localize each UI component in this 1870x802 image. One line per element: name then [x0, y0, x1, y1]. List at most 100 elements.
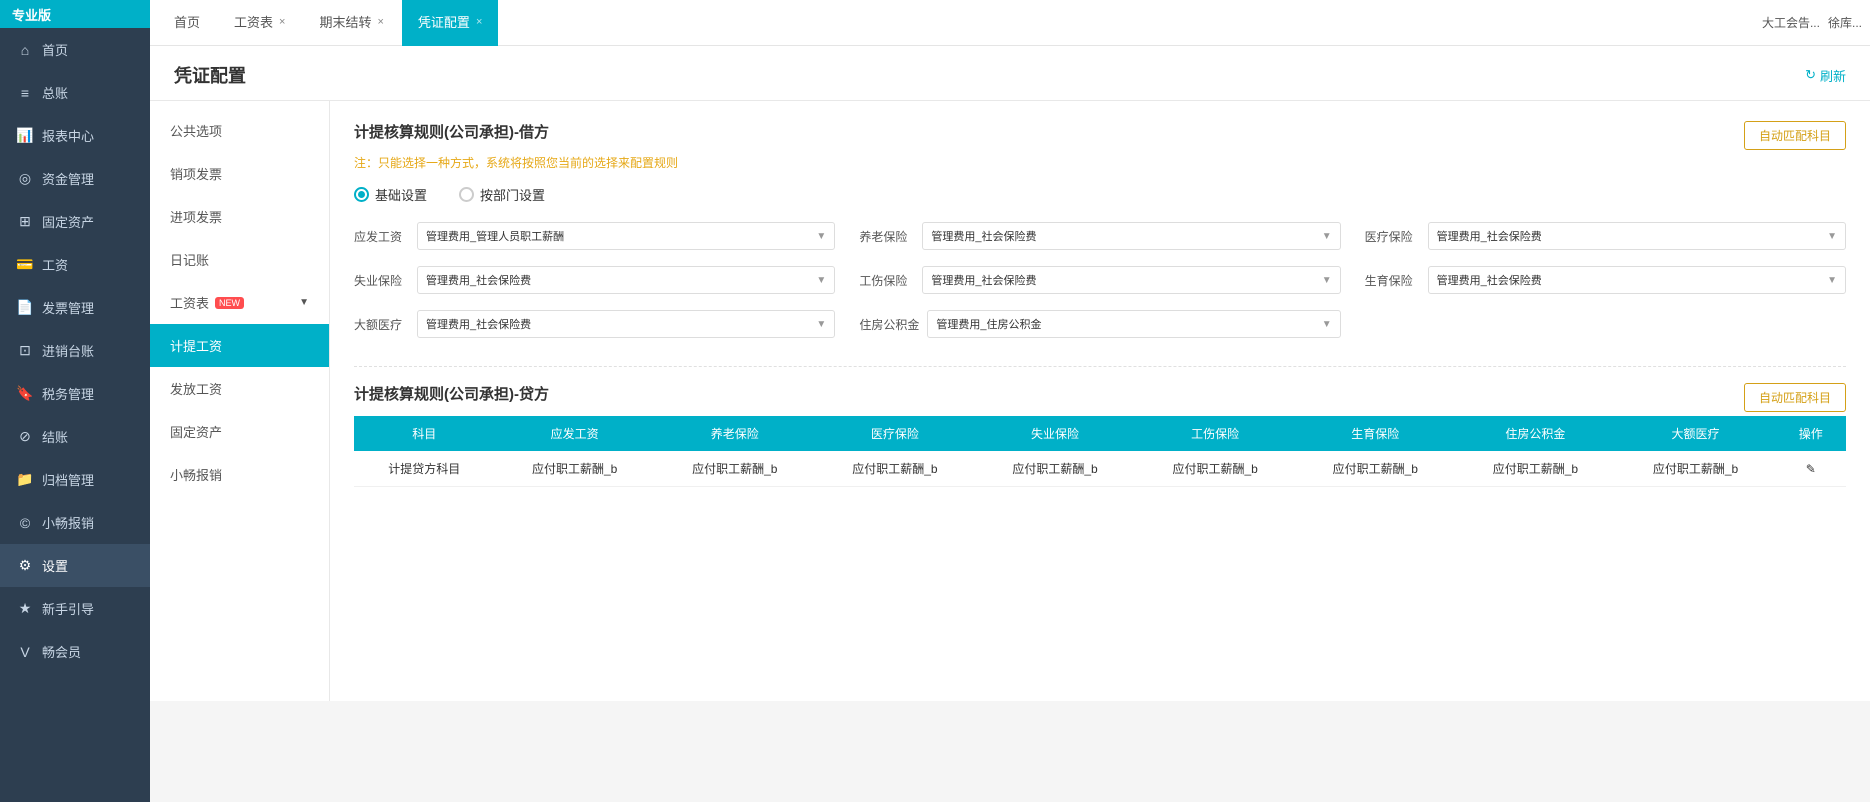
home-icon: ⌂	[16, 41, 34, 59]
sidebar-item-label: 总账	[42, 83, 68, 102]
left-menu-accrual-payroll[interactable]: 计提工资	[150, 324, 329, 367]
purchase-icon: ⊡	[16, 342, 34, 360]
tab-payroll[interactable]: 工资表 ×	[218, 0, 301, 46]
sidebar-item-guide[interactable]: ★ 新手引导	[0, 587, 150, 630]
form-row-yanglao: 养老保险 管理费用_社会保险费 ▼	[859, 222, 1340, 250]
xiaochang-icon: ©	[16, 514, 34, 532]
refresh-icon: ↻	[1805, 67, 1816, 83]
th-subject: 科目	[354, 416, 495, 451]
debit-form-grid: 应发工资 管理费用_管理人员职工薪酬 ▼ 养老保险 管理费用_社会保险费 ▼	[354, 222, 1846, 338]
sidebar-item-invoice-mgmt[interactable]: 📄 发票管理	[0, 286, 150, 329]
tab-payroll-close[interactable]: ×	[279, 16, 285, 28]
select-arrow-icon: ▼	[1827, 231, 1837, 242]
radio-basic[interactable]: 基础设置	[354, 185, 427, 204]
th-yanglao: 养老保险	[655, 416, 815, 451]
select-arrow-icon: ▼	[816, 231, 826, 242]
sidebar-item-xiaochang-report[interactable]: © 小畅报销	[0, 501, 150, 544]
label-yingfa: 应发工资	[354, 228, 409, 245]
invoice-icon: 📄	[16, 299, 34, 317]
left-menu-purchase-invoice[interactable]: 进项发票	[150, 195, 329, 238]
select-gongjijin[interactable]: 管理费用_住房公积金 ▼	[927, 310, 1340, 338]
sidebar-item-fixed-assets[interactable]: ⊞ 固定资产	[0, 200, 150, 243]
page-header: 凭证配置 ↻ 刷新	[150, 46, 1870, 101]
sidebar-item-label: 报表中心	[42, 126, 94, 145]
label-daeyiliao: 大额医疗	[354, 316, 409, 333]
sidebar-item-settings[interactable]: ⚙ 设置	[0, 544, 150, 587]
select-shengyu[interactable]: 管理费用_社会保险费 ▼	[1428, 266, 1846, 294]
select-daeyiliao[interactable]: 管理费用_社会保险费 ▼	[417, 310, 835, 338]
sidebar-item-label: 发票管理	[42, 298, 94, 317]
radio-group: 基础设置 按部门设置	[354, 185, 1846, 204]
sidebar-item-tax-mgmt[interactable]: 🔖 税务管理	[0, 372, 150, 415]
chevron-down-icon: ▼	[299, 297, 309, 308]
form-row-gongshang: 工伤保险 管理费用_社会保险费 ▼	[859, 266, 1340, 294]
tab-period-end-close[interactable]: ×	[377, 16, 383, 28]
tab-home[interactable]: 首页	[158, 0, 216, 46]
sidebar-item-label: 归档管理	[42, 470, 94, 489]
sidebar-item-salary[interactable]: 💳 工资	[0, 243, 150, 286]
radio-dept[interactable]: 按部门设置	[459, 185, 545, 204]
section-debit-title: 计提核算规则(公司承担)-借方	[354, 121, 1846, 142]
select-yiliao[interactable]: 管理费用_社会保险费 ▼	[1428, 222, 1846, 250]
edit-icon[interactable]: ✎	[1806, 462, 1816, 476]
auto-match-credit-button[interactable]: 自动匹配科目	[1744, 383, 1846, 412]
settings-icon: ⚙	[16, 557, 34, 575]
table-header-row: 科目 应发工资 养老保险 医疗保险 失业保险 工伤保险 生育保险 住房公积金 大…	[354, 416, 1846, 451]
left-menu-payroll-pay[interactable]: 发放工资	[150, 367, 329, 410]
left-menu-fixed-assets[interactable]: 固定资产	[150, 410, 329, 453]
guide-icon: ★	[16, 600, 34, 618]
refresh-button[interactable]: ↻ 刷新	[1805, 66, 1846, 85]
sidebar-item-label: 固定资产	[42, 212, 94, 231]
td-edit[interactable]: ✎	[1776, 451, 1846, 487]
sidebar-item-label: 设置	[42, 556, 68, 575]
tab-voucher-config-close[interactable]: ×	[476, 16, 482, 28]
left-menu-sales-invoice[interactable]: 销项发票	[150, 152, 329, 195]
select-shiye[interactable]: 管理费用_社会保险费 ▼	[417, 266, 835, 294]
sidebar-item-fund-mgmt[interactable]: ◎ 资金管理	[0, 157, 150, 200]
sidebar-item-member[interactable]: V 畅会员	[0, 630, 150, 673]
select-yingfa[interactable]: 管理费用_管理人员职工薪酬 ▼	[417, 222, 835, 250]
left-menu-payroll-table[interactable]: 工资表 NEW ▼	[150, 281, 329, 324]
sidebar-item-label: 畅会员	[42, 642, 81, 661]
sidebar-item-label: 结账	[42, 427, 68, 446]
td-daeyiliao: 应付职工薪酬_b	[1615, 451, 1775, 487]
tab-bar: 首页 工资表 × 期末结转 × 凭证配置 × 大工会告... 徐库...	[150, 0, 1870, 46]
assets-icon: ⊞	[16, 213, 34, 231]
select-arrow-icon: ▼	[1322, 319, 1332, 330]
closing-icon: ⊘	[16, 428, 34, 446]
label-shiye: 失业保险	[354, 272, 409, 289]
tab-voucher-config[interactable]: 凭证配置 ×	[402, 0, 498, 46]
label-shengyu: 生育保险	[1365, 272, 1420, 289]
sidebar-item-general-ledger[interactable]: ≡ 总账	[0, 71, 150, 114]
member-icon: V	[16, 643, 34, 661]
radio-basic-circle	[354, 187, 369, 202]
sidebar: 专业版 ⌂ 首页 ≡ 总账 📊 报表中心 ◎ 资金管理 ⊞ 固定资产 💳 工资 …	[0, 0, 150, 802]
archive-icon: 📁	[16, 471, 34, 489]
select-arrow-icon: ▼	[816, 319, 826, 330]
table-row: 计提贷方科目 应付职工薪酬_b 应付职工薪酬_b 应付职工薪酬_b 应付职工薪酬…	[354, 451, 1846, 487]
left-menu-public-options[interactable]: 公共选项	[150, 109, 329, 152]
salary-icon: 💳	[16, 256, 34, 274]
sidebar-item-report-center[interactable]: 📊 报表中心	[0, 114, 150, 157]
label-gongjijin: 住房公积金	[859, 316, 919, 333]
sidebar-item-label: 工资	[42, 255, 68, 274]
sidebar-item-archive[interactable]: 📁 归档管理	[0, 458, 150, 501]
left-menu-xiaochang-expense[interactable]: 小畅报销	[150, 453, 329, 496]
left-menu: 公共选项 销项发票 进项发票 日记账 工资表 NEW ▼ 计提工资	[150, 101, 330, 701]
select-arrow-icon: ▼	[816, 275, 826, 286]
report-icon: 📊	[16, 127, 34, 145]
td-yingfa: 应付职工薪酬_b	[495, 451, 655, 487]
sidebar-item-closing[interactable]: ⊘ 结账	[0, 415, 150, 458]
form-row-daeyiliao: 大额医疗 管理费用_社会保险费 ▼	[354, 310, 835, 338]
left-menu-journal[interactable]: 日记账	[150, 238, 329, 281]
tab-period-end[interactable]: 期末结转 ×	[303, 0, 399, 46]
section-credit-title: 计提核算规则(公司承担)-贷方	[354, 383, 1846, 404]
select-gongshang[interactable]: 管理费用_社会保险费 ▼	[922, 266, 1340, 294]
sidebar-item-home[interactable]: ⌂ 首页	[0, 28, 150, 71]
auto-match-debit-button[interactable]: 自动匹配科目	[1744, 121, 1846, 150]
sidebar-item-purchase-sales[interactable]: ⊡ 进销台账	[0, 329, 150, 372]
td-yanglao: 应付职工薪酬_b	[655, 451, 815, 487]
select-arrow-icon: ▼	[1322, 275, 1332, 286]
radio-dept-circle	[459, 187, 474, 202]
select-yanglao[interactable]: 管理费用_社会保险费 ▼	[922, 222, 1340, 250]
